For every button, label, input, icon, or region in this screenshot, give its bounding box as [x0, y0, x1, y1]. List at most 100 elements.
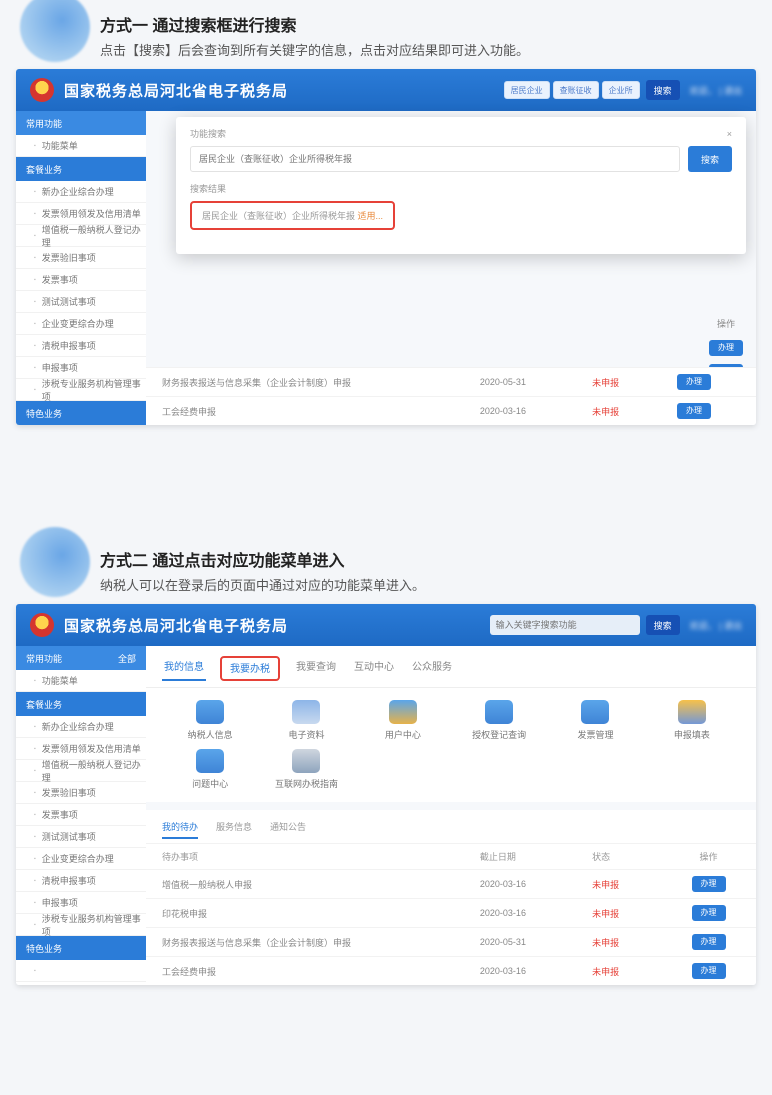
- table-row: 增值税一般纳税人申报2020-03-16 未申报 办理: [146, 870, 756, 899]
- tile-icon: [389, 700, 417, 724]
- sidebar: 常用功能全部 功能菜单 套餐业务 新办企业综合办理 发票领用领发及信用清单 增值…: [16, 646, 146, 985]
- tax-logo-icon: [30, 613, 54, 637]
- sidebar-group[interactable]: 套餐业务: [16, 692, 146, 716]
- sidebar: 常用功能 功能菜单 套餐业务 新办企业综合办理 发票领用领发及信用清单 增值税一…: [16, 111, 146, 425]
- feature-tile[interactable]: 电子资料: [260, 700, 352, 741]
- subtab[interactable]: 通知公告: [270, 820, 306, 839]
- sub-tabs: 我的待办 服务信息 通知公告: [146, 810, 756, 843]
- header-search-input[interactable]: [490, 615, 640, 635]
- sidebar-item[interactable]: 发票验旧事项: [16, 247, 146, 269]
- sidebar-item[interactable]: 清税申报事项: [16, 870, 146, 892]
- sidebar-group[interactable]: 特色业务: [16, 401, 146, 425]
- sidebar-item[interactable]: 企业变更综合办理: [16, 848, 146, 870]
- app-title: 国家税务总局河北省电子税务局: [64, 615, 490, 636]
- sidebar-item[interactable]: 发票事项: [16, 804, 146, 826]
- sidebar-group[interactable]: 套餐业务: [16, 157, 146, 181]
- action-button[interactable]: 办理: [692, 876, 726, 892]
- sidebar-item[interactable]: 涉税专业服务机构管理事项: [16, 379, 146, 401]
- header-user: 欢迎， | 退出: [690, 84, 742, 97]
- sidebar-item[interactable]: 新办企业综合办理: [16, 181, 146, 203]
- col-header: 状态: [576, 844, 661, 870]
- action-button[interactable]: 办理: [692, 905, 726, 921]
- tile-icon: [292, 700, 320, 724]
- app-header: 国家税务总局河北省电子税务局 搜索 欢迎， | 退出: [16, 604, 756, 646]
- sidebar-group[interactable]: 常用功能: [16, 111, 146, 135]
- chip[interactable]: 查账征收: [553, 81, 599, 99]
- tab[interactable]: 互动中心: [352, 656, 396, 681]
- close-icon[interactable]: ×: [727, 129, 732, 139]
- sidebar-item[interactable]: 发票事项: [16, 269, 146, 291]
- col-header: 截止日期: [464, 844, 576, 870]
- action-button[interactable]: 办理: [677, 374, 711, 390]
- table-row: 工会经费申报2020-03-16 未申报 办理: [146, 397, 756, 426]
- modal-title: 功能搜索: [190, 127, 226, 140]
- header-search-button[interactable]: 搜索: [646, 80, 680, 100]
- feature-tile[interactable]: 授权登记查询: [453, 700, 545, 741]
- sidebar-group[interactable]: 特色业务: [16, 936, 146, 960]
- sidebar-item[interactable]: .: [16, 960, 146, 982]
- section1-desc: 点击【搜索】后会查询到所有关键字的信息，点击对应结果即可进入功能。: [100, 40, 756, 59]
- sidebar-item[interactable]: 增值税一般纳税人登记办理: [16, 760, 146, 782]
- tile-icon: [196, 749, 224, 773]
- tile-icon: [678, 700, 706, 724]
- screenshot-2: 国家税务总局河北省电子税务局 搜索 欢迎， | 退出 常用功能全部 功能菜单 套…: [16, 604, 756, 985]
- feature-tile[interactable]: 互联网办税指南: [260, 749, 352, 790]
- chip[interactable]: 企业所: [602, 81, 640, 99]
- feature-tile[interactable]: 问题中心: [164, 749, 256, 790]
- col-header: 操作: [696, 311, 756, 336]
- tab[interactable]: 我要查询: [294, 656, 338, 681]
- action-button[interactable]: 办理: [677, 403, 711, 419]
- sidebar-item[interactable]: 功能菜单: [16, 135, 146, 157]
- action-button[interactable]: 办理: [692, 963, 726, 979]
- feature-tile[interactable]: 发票管理: [549, 700, 641, 741]
- header-user: 欢迎， | 退出: [690, 619, 742, 632]
- feature-tile[interactable]: 用户中心: [357, 700, 449, 741]
- section2-title: 方式二 通过点击对应功能菜单进入: [100, 547, 756, 571]
- tab[interactable]: 公众服务: [410, 656, 454, 681]
- table-row: 印花税申报2020-03-16 未申报 办理: [146, 899, 756, 928]
- feature-tile[interactable]: 纳税人信息: [164, 700, 256, 741]
- app-header: 国家税务总局河北省电子税务局 居民企业 查账征收 企业所 搜索 欢迎， | 退出: [16, 69, 756, 111]
- sidebar-item[interactable]: 企业变更综合办理: [16, 313, 146, 335]
- feature-grid: 纳税人信息 电子资料 用户中心 授权登记查询 发票管理 申报填表 问题中心 互联…: [146, 688, 756, 802]
- sidebar-item[interactable]: 增值税一般纳税人登记办理: [16, 225, 146, 247]
- main-tabs: 我的信息 我要办税 我要查询 互动中心 公众服务: [146, 646, 756, 688]
- sidebar-item[interactable]: 清税申报事项: [16, 335, 146, 357]
- header-search-button[interactable]: 搜索: [646, 615, 680, 635]
- sidebar-item[interactable]: 功能菜单: [16, 670, 146, 692]
- action-button[interactable]: 办理: [709, 340, 743, 356]
- col-header: 待办事项: [146, 844, 464, 870]
- header-chips: 居民企业 查账征收 企业所: [504, 81, 640, 99]
- subtab[interactable]: 我的待办: [162, 820, 198, 839]
- decorative-circle: [20, 0, 90, 62]
- subtab[interactable]: 服务信息: [216, 820, 252, 839]
- sidebar-item[interactable]: 发票验旧事项: [16, 782, 146, 804]
- sidebar-item[interactable]: 新办企业综合办理: [16, 716, 146, 738]
- modal-result-label: 搜索结果: [190, 182, 732, 195]
- tile-icon: [292, 749, 320, 773]
- table-row: 财务报表报送与信息采集（企业会计制度）申报2020-05-31 未申报 办理: [146, 928, 756, 957]
- sidebar-item[interactable]: 涉税专业服务机构管理事项: [16, 914, 146, 936]
- todo-table: 待办事项 截止日期 状态 操作 增值税一般纳税人申报2020-03-16 未申报…: [146, 843, 756, 985]
- app-title: 国家税务总局河北省电子税务局: [64, 80, 504, 101]
- tax-logo-icon: [30, 78, 54, 102]
- table-row: 工会经费申报2020-03-16 未申报 办理: [146, 957, 756, 986]
- modal-search-result[interactable]: 居民企业（查账征收）企业所得税年报 适用...: [190, 201, 395, 230]
- search-modal: 功能搜索 × 搜索 搜索结果 居民企业（查账征收）企业所得税年报 适用...: [176, 117, 746, 254]
- tab-highlighted[interactable]: 我要办税: [220, 656, 280, 681]
- col-header: 操作: [661, 844, 756, 870]
- sidebar-group[interactable]: 常用功能全部: [16, 646, 146, 670]
- decorative-circle: [20, 527, 90, 597]
- section2-desc: 纳税人可以在登录后的页面中通过对应的功能菜单进入。: [100, 575, 756, 594]
- tab[interactable]: 我的信息: [162, 656, 206, 681]
- modal-search-button[interactable]: 搜索: [688, 146, 732, 172]
- action-button[interactable]: 办理: [692, 934, 726, 950]
- tile-icon: [581, 700, 609, 724]
- chip[interactable]: 居民企业: [504, 81, 550, 99]
- feature-tile[interactable]: 申报填表: [646, 700, 738, 741]
- table-row: 财务报表报送与信息采集（企业会计制度）申报2020-05-31 未申报 办理: [146, 368, 756, 397]
- sidebar-item[interactable]: 测试测试事项: [16, 291, 146, 313]
- modal-search-input[interactable]: [190, 146, 680, 172]
- section1-title: 方式一 通过搜索框进行搜索: [100, 12, 756, 36]
- sidebar-item[interactable]: 测试测试事项: [16, 826, 146, 848]
